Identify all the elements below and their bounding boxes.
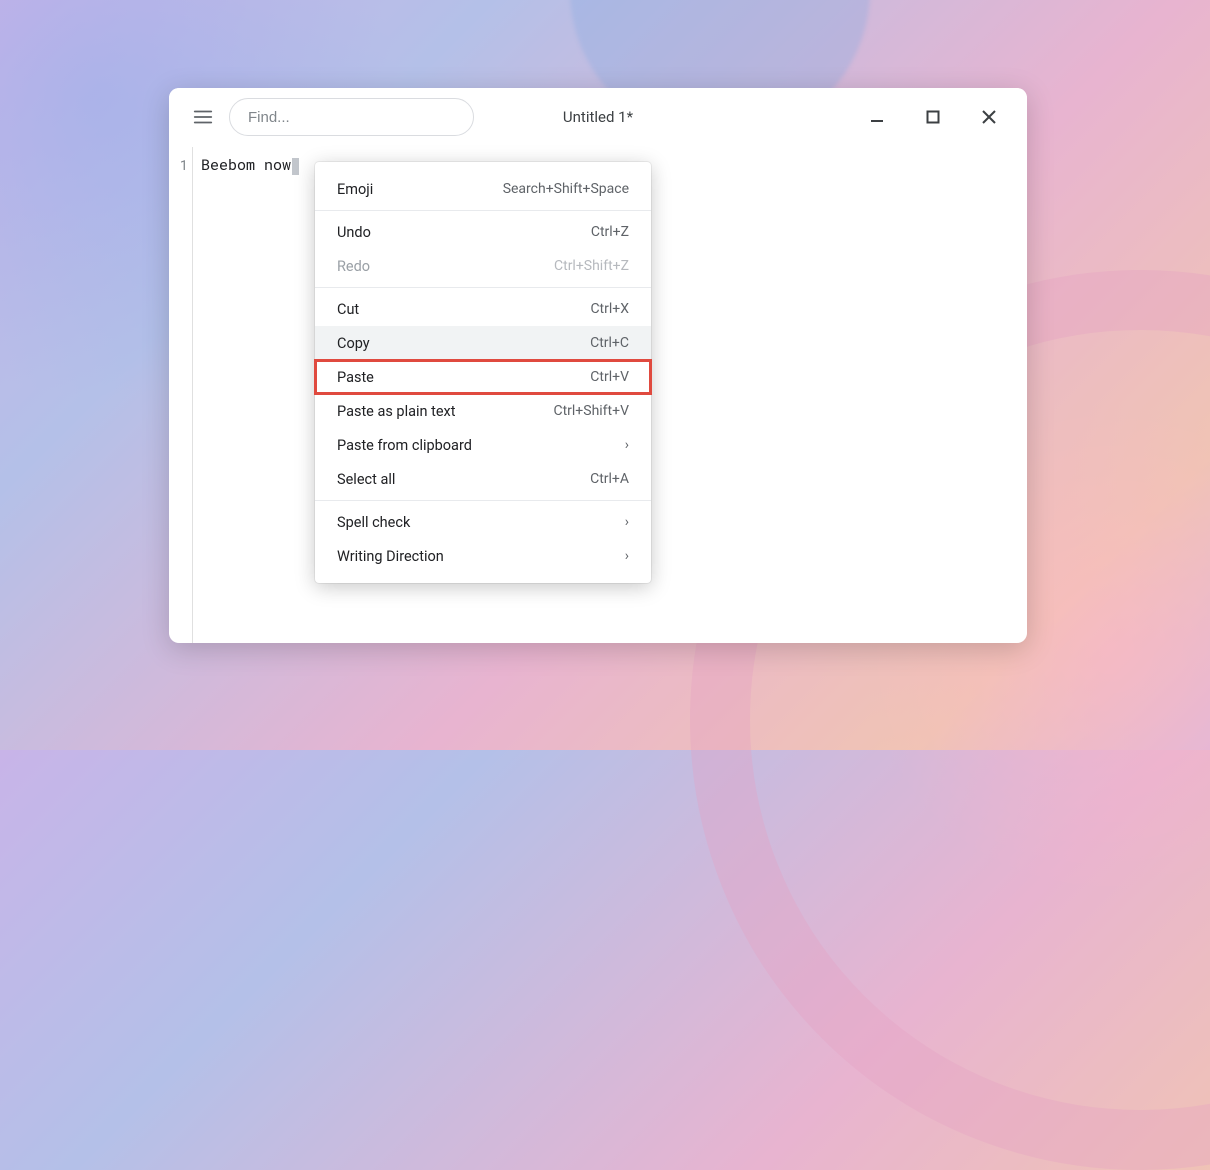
maximize-button[interactable] [915, 99, 951, 135]
menu-item-emoji[interactable]: Emoji Search+Shift+Space [315, 172, 651, 206]
text-caret [292, 158, 299, 175]
menu-button[interactable] [183, 97, 223, 137]
menu-item-label: Select all [337, 471, 395, 488]
menu-item-label: Paste as plain text [337, 403, 456, 420]
menu-item-redo: Redo Ctrl+Shift+Z [315, 249, 651, 283]
menu-item-shortcut: Ctrl+C [590, 335, 629, 351]
menu-group: Emoji Search+Shift+Space [315, 168, 651, 210]
menu-item-label: Writing Direction [337, 548, 444, 565]
menu-item-label: Undo [337, 224, 371, 241]
chevron-right-icon: › [625, 514, 629, 530]
text-content: Beebom now [201, 155, 291, 175]
menu-item-shortcut: Search+Shift+Space [503, 181, 629, 197]
find-input[interactable] [248, 109, 455, 126]
menu-item-shortcut: Ctrl+X [590, 301, 629, 317]
menu-item-writing-direction[interactable]: Writing Direction › [315, 539, 651, 573]
menu-item-paste-plain[interactable]: Paste as plain text Ctrl+Shift+V [315, 394, 651, 428]
menu-item-label: Spell check [337, 514, 410, 531]
menu-item-cut[interactable]: Cut Ctrl+X [315, 292, 651, 326]
menu-item-copy[interactable]: Copy Ctrl+C [315, 326, 651, 360]
menu-item-shortcut: Ctrl+Shift+V [553, 403, 629, 419]
line-number: 1 [169, 155, 188, 174]
menu-item-select-all[interactable]: Select all Ctrl+A [315, 462, 651, 496]
close-button[interactable] [971, 99, 1007, 135]
minimize-button[interactable] [859, 99, 895, 135]
window-controls [859, 99, 1019, 135]
maximize-icon [925, 109, 941, 125]
menu-group: Spell check › Writing Direction › [315, 501, 651, 577]
menu-item-label: Copy [337, 335, 370, 352]
window-title: Untitled 1* [563, 108, 633, 126]
menu-item-paste-clipboard[interactable]: Paste from clipboard › [315, 428, 651, 462]
menu-item-shortcut: Ctrl+Z [591, 224, 629, 240]
menu-group: Undo Ctrl+Z Redo Ctrl+Shift+Z [315, 211, 651, 287]
hamburger-icon [192, 106, 214, 128]
chevron-right-icon: › [625, 548, 629, 564]
find-input-container[interactable] [229, 98, 474, 136]
close-icon [981, 109, 997, 125]
menu-item-spell-check[interactable]: Spell check › [315, 505, 651, 539]
titlebar: Untitled 1* [169, 88, 1027, 146]
menu-item-paste[interactable]: Paste Ctrl+V [315, 360, 651, 394]
menu-item-label: Paste [337, 369, 374, 386]
minimize-icon [869, 109, 885, 125]
menu-item-undo[interactable]: Undo Ctrl+Z [315, 215, 651, 249]
chevron-right-icon: › [625, 437, 629, 453]
menu-group: Cut Ctrl+X Copy Ctrl+C Paste Ctrl+V Paste as p… [315, 288, 651, 500]
menu-item-label: Redo [337, 258, 370, 275]
context-menu: Emoji Search+Shift+Space Undo Ctrl+Z Redo Ctr… [315, 162, 651, 583]
menu-item-shortcut: Ctrl+V [590, 369, 629, 385]
menu-item-label: Cut [337, 301, 359, 318]
line-gutter: 1 [169, 147, 193, 643]
menu-item-label: Paste from clipboard [337, 437, 472, 454]
menu-item-shortcut: Ctrl+A [590, 471, 629, 487]
menu-item-shortcut: Ctrl+Shift+Z [554, 258, 629, 274]
menu-item-label: Emoji [337, 181, 373, 198]
